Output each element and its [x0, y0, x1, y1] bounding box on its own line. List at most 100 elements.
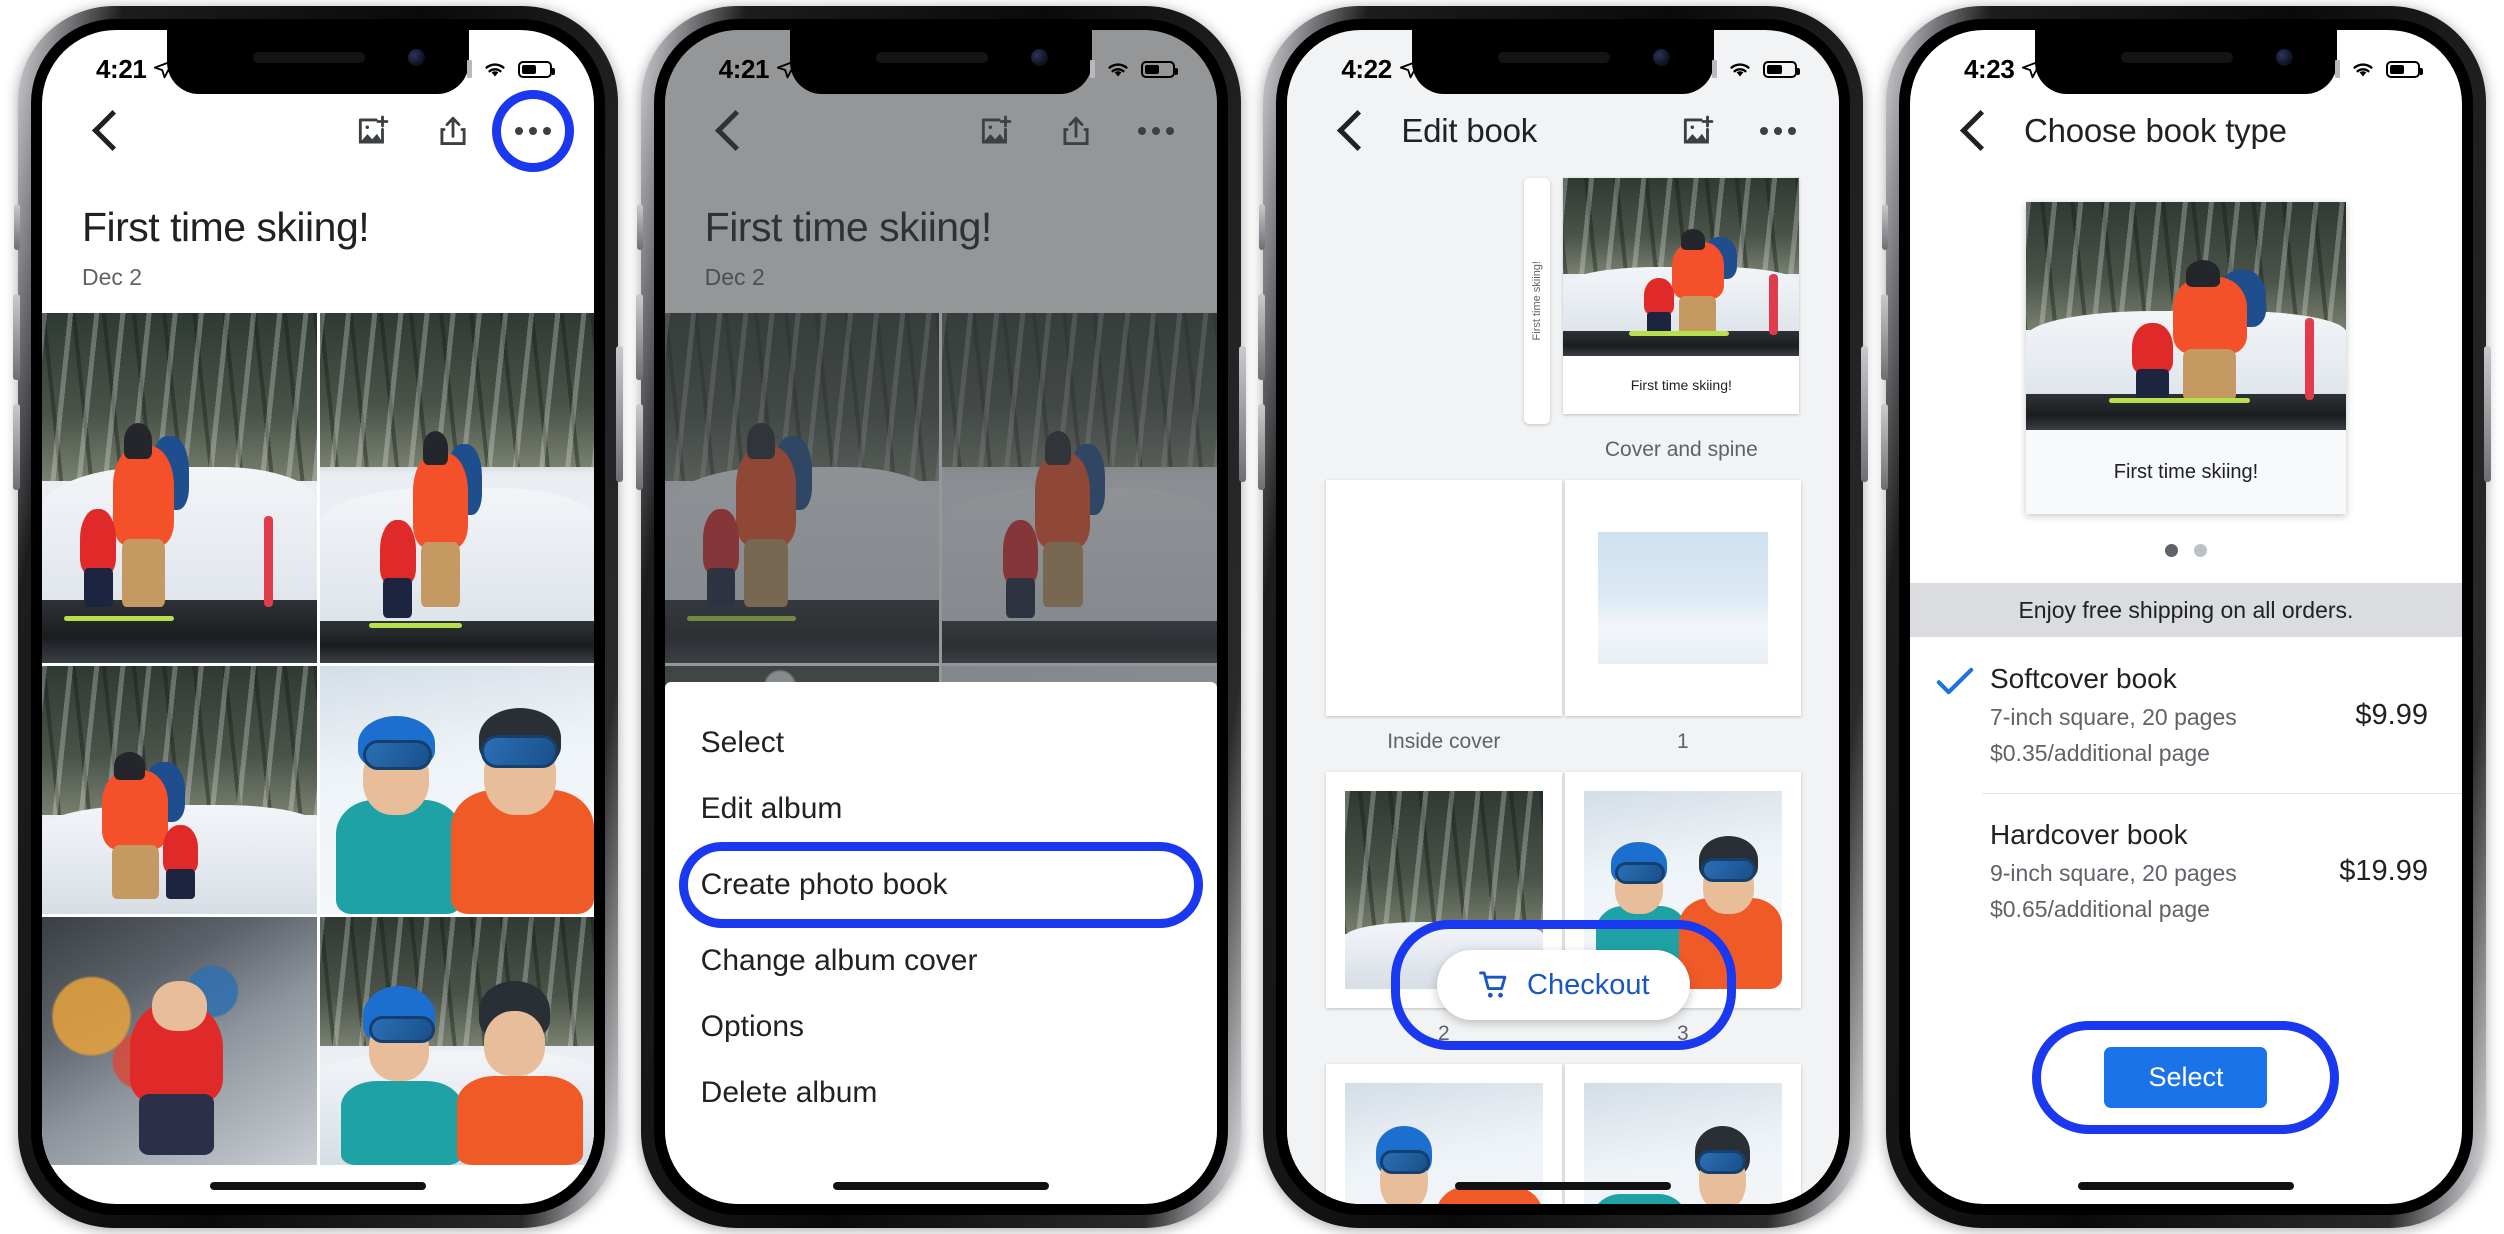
photo-thumbnail[interactable]	[42, 917, 317, 1165]
menu-item-label: Create photo book	[700, 868, 948, 901]
silent-switch[interactable]	[1259, 204, 1266, 250]
home-indicator[interactable]	[832, 1182, 1049, 1190]
add-photo-icon	[358, 115, 389, 144]
home-indicator[interactable]	[1455, 1182, 1672, 1190]
option-text: Hardcover book 9-inch square, 20 pages $…	[1990, 819, 2327, 923]
book-page-inside-cover[interactable]	[1325, 480, 1562, 716]
menu-item-edit-album[interactable]: Edit album	[665, 776, 1217, 842]
silent-switch[interactable]	[14, 204, 20, 250]
volume-down-button[interactable]	[1880, 404, 1888, 490]
volume-up-button[interactable]	[635, 294, 643, 380]
screen-album: 4:21 First time skiing! Dec 2	[42, 30, 594, 1204]
volume-down-button[interactable]	[635, 404, 643, 490]
select-button-bar: Select	[1910, 1021, 2462, 1134]
more-options-button[interactable]	[492, 90, 574, 172]
add-photo-icon	[1684, 115, 1714, 144]
earpiece-speaker	[1498, 52, 1611, 63]
add-photos-button[interactable]	[1671, 104, 1725, 158]
spread-caption-2: 2 3	[1287, 1022, 1839, 1046]
checkout-label: Checkout	[1527, 968, 1650, 1001]
phone-bezel: 4:23 Choose book type First time skiing!…	[1898, 19, 2473, 1215]
book-spine[interactable]: First time skiing!	[1524, 178, 1551, 424]
menu-item-label: Edit album	[700, 792, 843, 825]
power-button[interactable]	[1861, 346, 1869, 482]
more-options-icon	[1760, 127, 1797, 135]
silent-switch[interactable]	[1881, 204, 1888, 250]
back-button[interactable]	[1944, 104, 1998, 158]
option-name: Softcover book	[1989, 663, 2177, 694]
selected-check-icon	[1936, 663, 1990, 703]
volume-down-button[interactable]	[13, 404, 20, 490]
page-title: Edit book	[1401, 112, 1538, 149]
page-title: Choose book type	[2023, 112, 2287, 149]
home-indicator[interactable]	[2077, 1182, 2294, 1190]
phone-bezel: 4:22 Edit book First time skiing! First …	[1276, 19, 1851, 1215]
menu-item-options[interactable]: Options	[665, 994, 1217, 1060]
spine-text: First time skiing!	[1531, 261, 1544, 341]
photo-thumbnail[interactable]	[42, 313, 317, 663]
page-photo	[1597, 531, 1768, 665]
volume-down-button[interactable]	[1258, 404, 1266, 490]
earpiece-speaker	[875, 52, 988, 63]
photo-thumbnail[interactable]	[319, 666, 594, 914]
spread-label: 1	[1676, 730, 1689, 753]
album-options-menu: Select Edit album Create photo book Chan…	[664, 682, 1217, 1204]
book-option-softcover[interactable]: Softcover book 7-inch square, 20 pages $…	[1910, 637, 2462, 793]
home-indicator[interactable]	[210, 1182, 426, 1190]
promo-text: Enjoy free shipping on all orders.	[2018, 596, 2354, 623]
edit-book-toolbar: Edit book	[1287, 94, 1840, 168]
unselected-check-placeholder	[1936, 819, 1990, 823]
power-button[interactable]	[2483, 346, 2491, 482]
more-options-button[interactable]	[1751, 104, 1805, 158]
volume-up-button[interactable]	[1258, 294, 1266, 380]
volume-up-button[interactable]	[13, 294, 20, 380]
book-cover-page[interactable]: First time skiing!	[1563, 178, 1800, 414]
back-button[interactable]	[1321, 104, 1375, 158]
checkout-bar: Checkout	[1287, 920, 1839, 1050]
book-spread-1	[1287, 480, 1839, 716]
notch	[2034, 30, 2337, 94]
add-photos-button[interactable]	[346, 104, 400, 158]
spread-caption-cover: Cover and spine	[1287, 438, 1839, 462]
shipping-promo-banner: Enjoy free shipping on all orders.	[1909, 583, 2462, 637]
preview-page-dots[interactable]	[2164, 544, 2207, 557]
power-button[interactable]	[616, 346, 623, 482]
screenshot-stage: 4:21 First time skiing! Dec 2 4:21 Selec…	[0, 0, 2504, 1234]
photo-thumbnail[interactable]	[319, 917, 594, 1165]
photo-thumbnail[interactable]	[319, 313, 594, 663]
option-spec: 7-inch square, 20 pages	[1989, 704, 2237, 730]
page-dot[interactable]	[2193, 544, 2207, 557]
volume-up-button[interactable]	[1880, 294, 1888, 380]
screen-book-type: 4:23 Choose book type First time skiing!…	[1909, 30, 2462, 1204]
front-camera	[1030, 49, 1048, 66]
photo-grid	[42, 313, 594, 1204]
menu-item-delete-album[interactable]: Delete album	[665, 1060, 1217, 1126]
checkout-button[interactable]: Checkout	[1437, 950, 1690, 1020]
phone-bezel: 4:21	[653, 19, 1228, 1215]
app-book-type: Choose book type First time skiing! Enjo…	[1909, 30, 2462, 1204]
share-button[interactable]	[426, 104, 480, 158]
menu-item-change-album-cover[interactable]: Change album cover	[665, 928, 1217, 994]
more-options-icon	[515, 127, 551, 135]
power-button[interactable]	[1238, 346, 1246, 482]
notch	[1412, 30, 1715, 94]
book-option-hardcover[interactable]: Hardcover book 9-inch square, 20 pages $…	[1910, 793, 2462, 949]
book-preview-card[interactable]: First time skiing!	[2025, 202, 2346, 514]
page-dot-active[interactable]	[2164, 544, 2178, 557]
option-price: $9.99	[2355, 698, 2428, 731]
cover-photo	[1563, 178, 1800, 356]
app-edit-book: Edit book First time skiing! First time …	[1287, 30, 1840, 1204]
silent-switch[interactable]	[636, 204, 643, 250]
back-button[interactable]	[76, 104, 130, 158]
spread-label: 2	[1437, 1022, 1450, 1045]
book-preview: First time skiing!	[1909, 168, 2462, 583]
menu-item-create-photo-book[interactable]: Create photo book	[665, 842, 1217, 928]
photo-thumbnail[interactable]	[42, 666, 317, 914]
notch	[789, 30, 1092, 94]
menu-item-select[interactable]: Select	[665, 710, 1217, 776]
option-text: Softcover book 7-inch square, 20 pages $…	[1990, 663, 2343, 767]
share-icon	[440, 116, 466, 146]
book-page-1[interactable]	[1564, 480, 1801, 716]
book-preview-scroll[interactable]: First time skiing! First time skiing! Co…	[1287, 168, 1840, 1204]
select-button[interactable]: Select	[2104, 1047, 2268, 1108]
